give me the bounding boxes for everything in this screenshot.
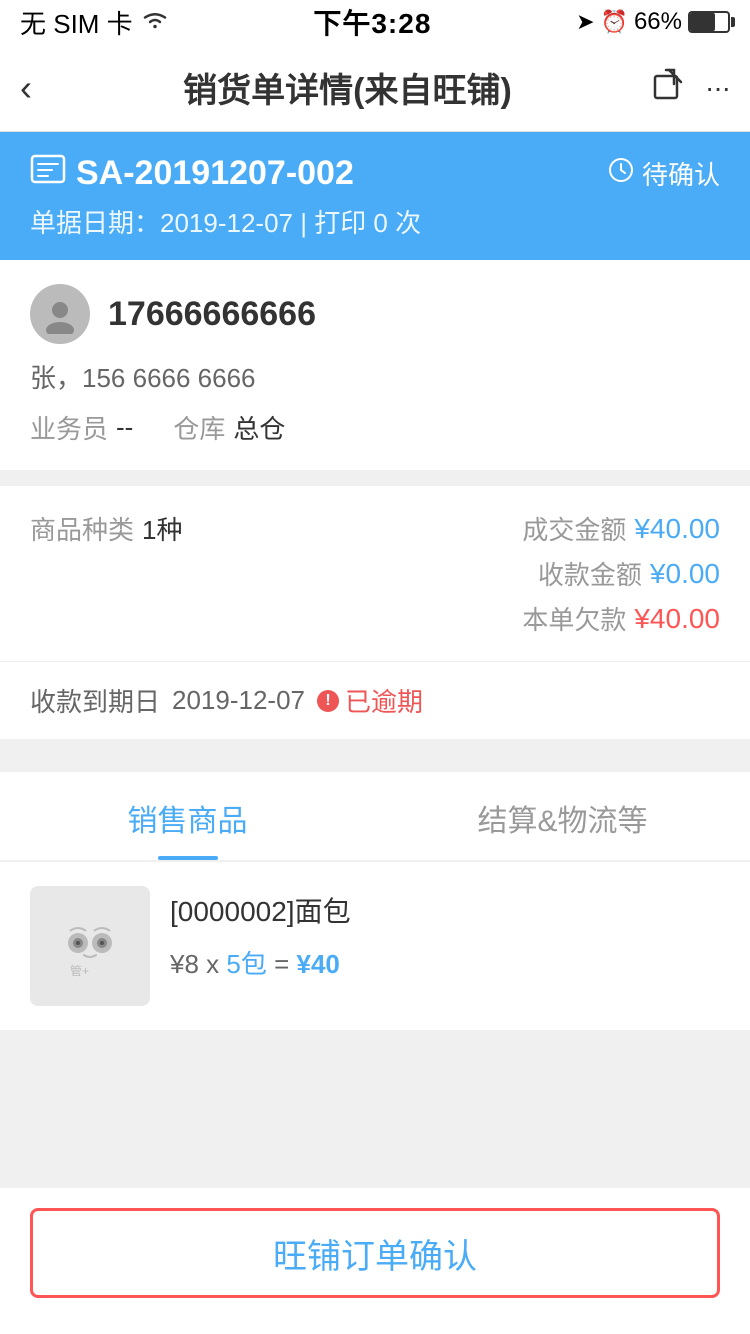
order-id-text: SA-20191207-002 <box>76 154 354 193</box>
status-time: 下午3:28 <box>313 2 431 42</box>
carrier-text: 无 SIM 卡 <box>20 4 133 41</box>
deal-amount-value: ¥40.00 <box>634 513 720 545</box>
divider-1 <box>0 470 750 486</box>
product-section: 管+ [0000002]面包 ¥8 x 5包 = ¥40 <box>0 862 750 1030</box>
warehouse-info: 仓库 总仓 <box>173 409 285 446</box>
salesperson-value: -- <box>116 412 133 443</box>
due-date-value: 2019-12-07 <box>172 685 305 716</box>
location-icon: ➤ <box>576 9 594 35</box>
product-details: [0000002]面包 ¥8 x 5包 = ¥40 <box>170 886 720 981</box>
more-icon[interactable]: ··· <box>705 72 730 104</box>
owed-value: ¥40.00 <box>634 603 720 635</box>
overdue-badge: ! 已逾期 <box>317 682 423 719</box>
salesperson-label: 业务员 <box>30 409 108 446</box>
battery-percent: 66% <box>634 8 682 36</box>
overdue-text: 已逾期 <box>345 682 423 719</box>
nav-bar: ‹ 销货单详情(来自旺铺) ··· <box>0 44 750 132</box>
product-total: ¥40 <box>296 949 339 979</box>
order-icon <box>30 154 66 193</box>
summary-section: 商品种类 1种 成交金额 ¥40.00 收款金额 ¥0.00 本单欠款 ¥40.… <box>0 486 750 661</box>
page-title: 销货单详情(来自旺铺) <box>42 63 653 112</box>
order-header: SA-20191207-002 待确认 单据日期：2019-12-07 | 打印… <box>0 132 750 260</box>
clock-icon <box>608 157 634 190</box>
deal-amount-label: 成交金额 <box>522 510 626 547</box>
order-date: 单据日期：2019-12-07 | 打印 0 次 <box>30 203 720 240</box>
deal-amount-line: 成交金额 ¥40.00 <box>522 510 720 547</box>
order-id: SA-20191207-002 <box>30 154 354 193</box>
product-thumbnail: 管+ <box>30 886 150 1006</box>
customer-name: 张，156 6666 6666 <box>30 358 720 395</box>
svg-text:管+: 管+ <box>70 963 89 978</box>
overdue-icon: ! <box>317 690 339 712</box>
customer-info-row: 业务员 -- 仓库 总仓 <box>30 409 720 446</box>
wifi-icon <box>141 7 169 38</box>
product-types-value: 1种 <box>142 510 182 547</box>
tabs-section: 销售商品 结算&物流等 <box>0 771 750 860</box>
confirm-button[interactable]: 旺铺订单确认 <box>30 1208 720 1298</box>
status-bar: 无 SIM 卡 下午3:28 ➤ ⏰ 66% <box>0 0 750 44</box>
owed-label: 本单欠款 <box>522 600 626 637</box>
customer-avatar <box>30 284 90 344</box>
due-label: 收款到期日 <box>30 682 160 719</box>
order-status: 待确认 <box>608 155 720 192</box>
customer-phone: 17666666666 <box>108 295 316 334</box>
confirm-button-wrap: 旺铺订单确认 <box>0 1188 750 1334</box>
product-price-row: ¥8 x 5包 = ¥40 <box>170 944 720 981</box>
back-button[interactable]: ‹ <box>10 57 42 119</box>
price-eq: = <box>267 949 297 979</box>
price-prefix: ¥8 x <box>170 949 226 979</box>
nav-actions: ··· <box>653 68 730 108</box>
warehouse-label: 仓库 <box>173 409 225 446</box>
alarm-icon: ⏰ <box>601 9 628 35</box>
product-item: 管+ [0000002]面包 ¥8 x 5包 = ¥40 <box>30 886 720 1006</box>
owed-line: 本单欠款 ¥40.00 <box>522 600 720 637</box>
amount-summary: 成交金额 ¥40.00 收款金额 ¥0.00 本单欠款 ¥40.00 <box>522 510 720 637</box>
status-icons: ➤ ⏰ 66% <box>576 8 730 36</box>
customer-section: 17666666666 张，156 6666 6666 业务员 -- 仓库 总仓 <box>0 260 750 470</box>
carrier-info: 无 SIM 卡 <box>20 4 169 41</box>
battery-icon <box>688 11 730 33</box>
received-value: ¥0.00 <box>650 558 720 590</box>
received-line: 收款金额 ¥0.00 <box>538 555 720 592</box>
due-date-section: 收款到期日 2019-12-07 ! 已逾期 <box>0 661 750 739</box>
tab-sales-products[interactable]: 销售商品 <box>0 772 375 860</box>
product-qty: 5包 <box>226 949 266 979</box>
product-name: [0000002]面包 <box>170 890 720 930</box>
status-text: 待确认 <box>642 155 720 192</box>
divider-2 <box>0 739 750 755</box>
salesperson-info: 业务员 -- <box>30 409 133 446</box>
product-types-label: 商品种类 <box>30 510 134 547</box>
share-icon[interactable] <box>653 68 685 108</box>
received-label: 收款金额 <box>538 555 642 592</box>
tab-settlement[interactable]: 结算&物流等 <box>375 772 750 860</box>
warehouse-value: 总仓 <box>233 409 285 446</box>
product-types: 商品种类 1种 <box>30 510 182 547</box>
